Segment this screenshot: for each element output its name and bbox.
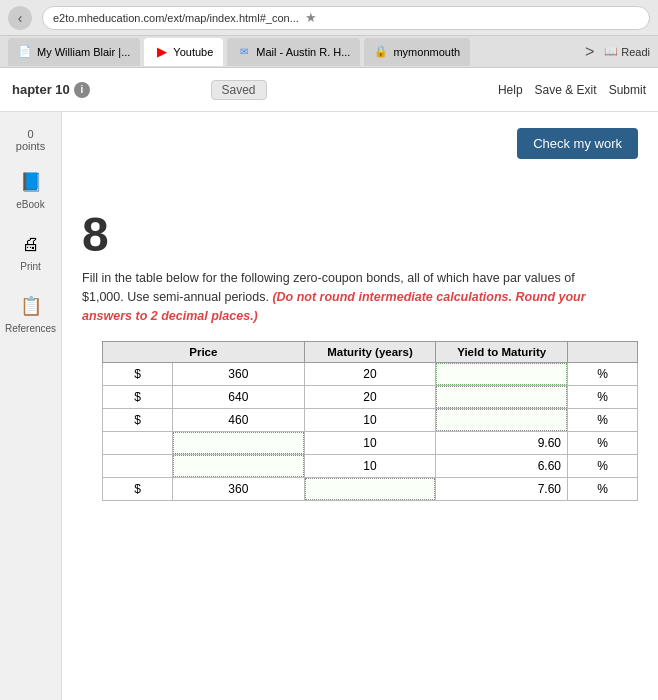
price-cell-6: 360 [173,478,305,501]
pct-1: % [568,363,638,386]
ytm-input-cell-1[interactable] [436,363,568,386]
ytm-given-5: 6.60 [436,455,568,478]
dollar-sign-4 [103,432,173,455]
tab-blair[interactable]: 📄 My William Blair |... [8,38,140,66]
tab-mail[interactable]: ✉ Mail - Austin R. H... [227,38,360,66]
table-row: $ 360 20 % [103,363,638,386]
browser-back-button[interactable]: ‹ [8,6,32,30]
ytm-input-3[interactable] [436,409,567,431]
sidebar-item-print[interactable]: 🖨 Print [0,220,61,282]
maturity-cell-1: 20 [304,363,436,386]
main-layout: 0 points 📘 eBook 🖨 Print 📋 References Ch… [0,112,658,700]
table-row: $ 460 10 % [103,409,638,432]
sidebar: 0 points 📘 eBook 🖨 Print 📋 References [0,112,62,700]
content-area: Check my work 8 Fill in the table below … [62,112,658,700]
tab-youtube[interactable]: ▶ Youtube [144,38,223,66]
youtube-tab-icon: ▶ [154,45,168,59]
points-display: 0 points [12,122,49,158]
price-cell-1: 360 [173,363,305,386]
points-value: 0 [16,128,45,140]
dollar-sign-6: $ [103,478,173,501]
blair-tab-icon: 📄 [18,45,32,59]
pct-3: % [568,409,638,432]
table-row: 10 9.60 % [103,432,638,455]
ytm-header: Yield to Maturity [436,342,568,363]
ytm-input-2[interactable] [436,386,567,408]
ytm-input-1[interactable] [436,363,567,385]
maturity-cell-2: 20 [304,386,436,409]
price-cell-2: 640 [173,386,305,409]
references-label: References [5,323,56,334]
reader-label: Readi [621,46,650,58]
browser-bar: ‹ e2to.mheducation.com/ext/map/index.htm… [0,0,658,36]
print-icon: 🖨 [17,230,45,258]
blair-tab-label: My William Blair |... [37,46,130,58]
mail-tab-icon: ✉ [237,45,251,59]
print-label: Print [20,261,41,272]
points-label: points [16,140,45,152]
maturity-header: Maturity (years) [304,342,436,363]
tab-mymonmouth[interactable]: 🔒 mymonmouth [364,38,470,66]
pct-6: % [568,478,638,501]
bookmark-icon[interactable]: ★ [305,10,317,25]
table-row: $ 360 7.60 % [103,478,638,501]
dollar-sign-2: $ [103,386,173,409]
maturity-input-cell-6[interactable] [304,478,436,501]
price-input-cell-5[interactable] [173,455,305,478]
pct-5: % [568,455,638,478]
ytm-given-6: 7.60 [436,478,568,501]
app-header: hapter 10 i Saved Help Save & Exit Submi… [0,68,658,112]
dollar-sign-1: $ [103,363,173,386]
price-header: Price [103,342,305,363]
sidebar-item-ebook[interactable]: 📘 eBook [0,158,61,220]
youtube-tab-label: Youtube [173,46,213,58]
sidebar-item-references[interactable]: 📋 References [0,282,61,344]
price-cell-3: 460 [173,409,305,432]
pct-2: % [568,386,638,409]
url-bar[interactable]: e2to.mheducation.com/ext/map/index.html#… [42,6,650,30]
price-input-cell-4[interactable] [173,432,305,455]
maturity-input-6[interactable] [305,478,436,500]
chapter-label: hapter 10 i [12,82,90,98]
saved-badge: Saved [211,80,267,100]
save-exit-button[interactable]: Save & Exit [535,83,597,97]
pct-4: % [568,432,638,455]
url-text: e2to.mheducation.com/ext/map/index.html#… [53,12,299,24]
pct-header [568,342,638,363]
tab-arrow[interactable]: > [579,41,600,63]
ytm-input-cell-2[interactable] [436,386,568,409]
ytm-given-4: 9.60 [436,432,568,455]
reader-icon: 📖 [604,45,618,58]
ebook-icon: 📘 [17,168,45,196]
table-row: $ 640 20 % [103,386,638,409]
mymonmouth-tab-label: mymonmouth [393,46,460,58]
submit-button[interactable]: Submit [609,83,646,97]
maturity-cell-5: 10 [304,455,436,478]
info-icon[interactable]: i [74,82,90,98]
header-actions: Help Save & Exit Submit [498,83,646,97]
maturity-cell-4: 10 [304,432,436,455]
question-number: 8 [82,171,638,259]
table-row: 10 6.60 % [103,455,638,478]
tabs-bar: 📄 My William Blair |... ▶ Youtube ✉ Mail… [0,36,658,68]
dollar-sign-5 [103,455,173,478]
bond-table: Price Maturity (years) Yield to Maturity… [102,341,638,501]
question-text: Fill in the table below for the followin… [82,269,602,325]
ytm-input-cell-3[interactable] [436,409,568,432]
price-input-5[interactable] [173,455,304,477]
price-input-4[interactable] [173,432,304,454]
check-my-work-button[interactable]: Check my work [517,128,638,159]
references-icon: 📋 [17,292,45,320]
lock-icon: 🔒 [374,45,388,59]
table-header-row: Price Maturity (years) Yield to Maturity [103,342,638,363]
maturity-cell-3: 10 [304,409,436,432]
mail-tab-label: Mail - Austin R. H... [256,46,350,58]
chapter-text: hapter 10 [12,82,70,97]
help-link[interactable]: Help [498,83,523,97]
ebook-label: eBook [16,199,44,210]
dollar-sign-3: $ [103,409,173,432]
reader-mode-tab[interactable]: 📖 Readi [604,45,650,58]
